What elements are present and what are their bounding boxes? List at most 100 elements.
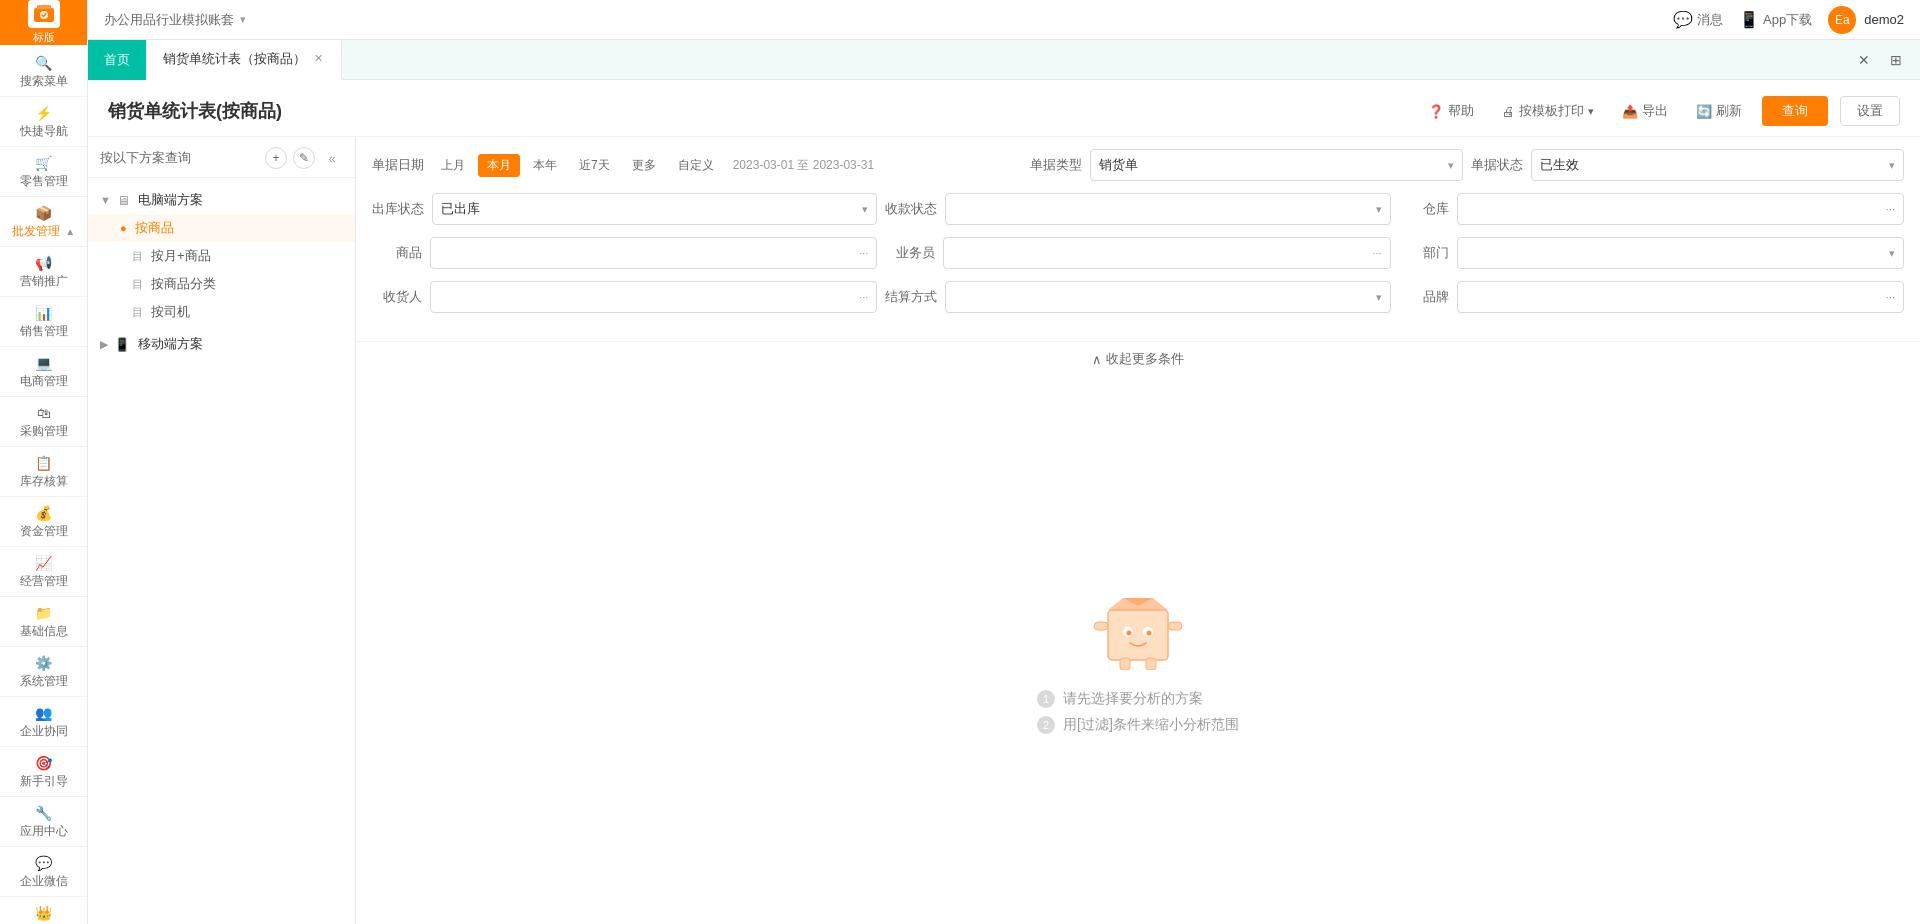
sidebar-item-guide[interactable]: 🎯 新手引导 [0,747,87,797]
sidebar-item-sales[interactable]: 📊 销售管理 [0,297,87,347]
tree-sub-item-driver[interactable]: 目 按司机 [88,298,355,326]
filter-row-4: 收货人 ··· 结算方式 [372,281,1904,313]
receipt-status-control: ▾ [945,193,1390,225]
user-name: demo2 [1864,12,1904,27]
export-icon: 📤 [1622,104,1638,119]
tree-group-pc-header[interactable]: ▼ 🖥 电脑端方案 [88,186,355,214]
export-label: 导出 [1642,102,1668,120]
sidebar-item-wholesale[interactable]: 📦 批发管理 ▲ [0,197,87,247]
sidebar-item-system[interactable]: ⚙️ 系统管理 [0,647,87,697]
tab-sales-stat-label: 销货单统计表（按商品） [163,50,306,68]
sidebar-item-operation[interactable]: 📈 经营管理 [0,547,87,597]
main-area: 办公用品行业模拟账套 ▾ 💬 消息 📱 App下载 Ea demo2 首页 [88,0,1920,924]
refresh-btn[interactable]: 🔄 刷新 [1688,98,1750,124]
scheme-edit-btn[interactable]: ✎ [293,147,315,169]
date-btn-more[interactable]: 更多 [623,154,665,177]
query-btn[interactable]: 查询 [1762,96,1828,126]
tab-maximize-btn[interactable]: ⊞ [1884,48,1908,72]
sidebar-item-search[interactable]: 🔍 搜索菜单 [0,45,87,97]
doc-status-select[interactable]: 已生效 ▾ [1531,149,1904,181]
help-btn[interactable]: ❓ 帮助 [1420,98,1482,124]
tree-group-mobile-header[interactable]: ▶ 📱 移动端方案 [88,330,355,358]
sidebar-item-quicknav[interactable]: ⚡ 快捷导航 [0,97,87,147]
sidebar-item-purchase[interactable]: 🛍 采购管理 [0,397,87,447]
sidebar-item-ecommerce[interactable]: 💻 电商管理 [0,347,87,397]
download-icon: 📱 [1739,10,1759,29]
header-dropdown-icon[interactable]: ▾ [240,13,246,26]
sidebar-item-appcenter[interactable]: 🔧 应用中心 [0,797,87,847]
sidebar-wholesale-label: 批发管理 [12,224,60,238]
date-btn-custom[interactable]: 自定义 [669,154,723,177]
date-btn-last-month[interactable]: 上月 [432,154,474,177]
user-initials: Ea [1835,13,1850,27]
salesman-select[interactable]: ··· [943,237,1390,269]
consignee-label: 收货人 [372,288,422,306]
date-btn-this-year[interactable]: 本年 [524,154,566,177]
sidebar-system-label: 系统管理 [20,674,68,688]
sidebar-item-collab[interactable]: 👥 企业协同 [0,697,87,747]
consignee-select[interactable]: ··· [430,281,877,313]
date-btn-7days[interactable]: 近7天 [570,154,619,177]
sidebar-wxwork-label: 企业微信 [20,874,68,888]
tab-close-icon[interactable]: ✕ [312,50,325,67]
tab-sales-stat[interactable]: 销货单统计表（按商品） ✕ [147,40,342,80]
app-download-btn[interactable]: 📱 App下载 [1739,10,1812,29]
message-label: 消息 [1697,11,1723,29]
collapse-bar[interactable]: ∧ 收起更多条件 [356,341,1920,380]
print-btn[interactable]: 🖨 按模板打印 ▾ [1494,98,1602,124]
scheme-header: 按以下方案查询 + ✎ « [88,137,355,178]
sidebar-item-wxwork[interactable]: 💬 企业微信 [0,847,87,897]
tab-close-all-btn[interactable]: ✕ [1852,48,1876,72]
brand-select[interactable]: ··· [1457,281,1904,313]
page-title: 销货单统计表(按商品) [108,99,282,123]
message-btn[interactable]: 💬 消息 [1673,10,1723,29]
scheme-title: 按以下方案查询 [100,149,191,167]
sidebar-item-basic[interactable]: 📁 基础信息 [0,597,87,647]
tree-item-by-goods[interactable]: ● 按商品 [88,214,355,242]
scheme-collapse-btn[interactable]: « [321,147,343,169]
sidebar-item-retail[interactable]: 🛒 零售管理 [0,147,87,197]
user-profile[interactable]: Ea demo2 [1828,6,1904,34]
app-logo: 标版 [0,0,88,45]
receipt-status-dropdown-icon: ▾ [1376,203,1382,216]
date-btn-this-month[interactable]: 本月 [478,154,520,177]
dept-select[interactable]: ▾ [1457,237,1904,269]
tip-text-2: 用[过滤]条件来缩小分析范围 [1063,716,1239,734]
doc-type-select[interactable]: 销货单 ▾ [1090,149,1463,181]
empty-illustration [1088,570,1188,670]
export-btn[interactable]: 📤 导出 [1614,98,1676,124]
warehouse-select[interactable]: ··· [1457,193,1904,225]
sidebar-item-inventory[interactable]: 📋 库存核算 [0,447,87,497]
sidebar-item-marketing[interactable]: 📢 营销推广 [0,247,87,297]
tree-sub-item-driver-label: 按司机 [151,303,190,321]
scheme-tree: ▼ 🖥 电脑端方案 ● 按商品 目 按月+商品 [88,178,355,924]
tip-num-1: 1 [1037,690,1055,708]
app-download-label: App下载 [1763,11,1812,29]
svg-rect-3 [1108,610,1168,660]
filter-cell-receipt-status: 收款状态 ▾ [885,193,1390,225]
sidebar-item-member[interactable]: 👑 畅会员 [0,897,87,924]
empty-tip-2: 2 用[过滤]条件来缩小分析范围 [1037,716,1239,734]
date-label: 单据日期 [372,156,424,174]
refresh-icon: 🔄 [1696,104,1712,119]
out-status-select[interactable]: 已出库 ▾ [432,193,877,225]
svg-rect-12 [1146,658,1156,670]
collapse-icon: « [328,151,335,166]
tree-sub-item-monthly-goods[interactable]: 目 按月+商品 [88,242,355,270]
doc-type-label: 单据类型 [1030,156,1082,174]
logo-icon [28,0,60,28]
filter-row-1: 单据日期 上月 本月 本年 近7天 更多 自定义 [372,149,1904,181]
scheme-add-btn[interactable]: + [265,147,287,169]
filter-cell-date: 单据日期 上月 本月 本年 近7天 更多 自定义 [372,154,1022,177]
goods-select[interactable]: ··· [430,237,877,269]
setting-btn[interactable]: 设置 [1840,96,1900,126]
page-actions: ❓ 帮助 🖨 按模板打印 ▾ 📤 导出 🔄 刷新 查询 设置 [1420,96,1900,126]
warehouse-label: 仓库 [1399,200,1449,218]
tree-sub-item-goods-category[interactable]: 目 按商品分类 [88,270,355,298]
svg-point-8 [1147,631,1152,636]
tab-home[interactable]: 首页 [88,40,147,80]
sidebar-item-finance[interactable]: 💰 资金管理 [0,497,87,547]
settlement-select[interactable]: ▾ [945,281,1390,313]
receipt-status-select[interactable]: ▾ [945,193,1390,225]
salesman-dots-icon: ··· [1372,247,1381,259]
